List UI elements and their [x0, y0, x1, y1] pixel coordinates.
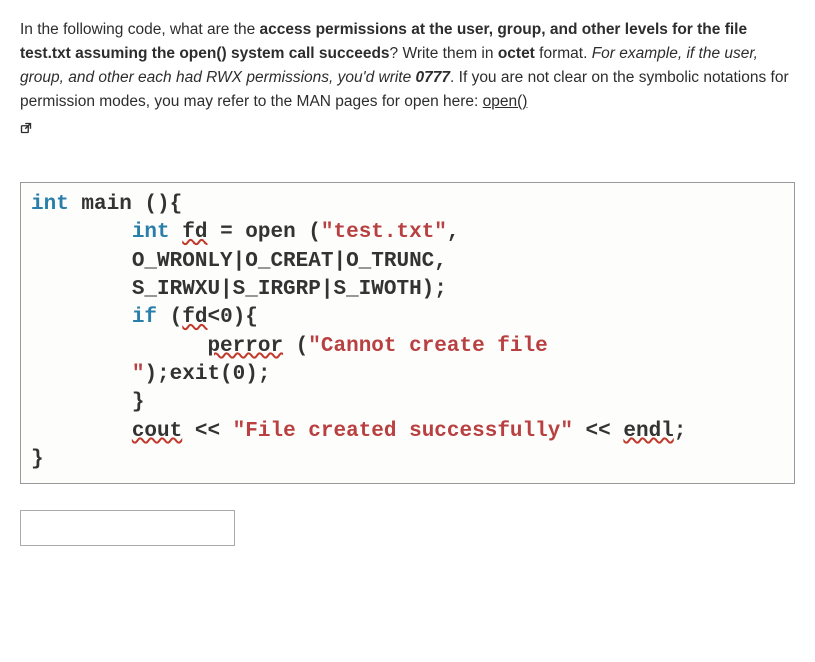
code-text: (: [157, 306, 182, 329]
code-string: "File created successfully": [233, 420, 573, 443]
code-text: main (){: [69, 193, 182, 216]
code-block: int main (){ int fd = open ("test.txt", …: [20, 182, 795, 483]
question-prompt: In the following code, what are the acce…: [20, 18, 795, 142]
code-ident-squiggle: fd: [182, 221, 207, 244]
code-text: ,: [447, 221, 460, 244]
code-string: "Cannot create file: [308, 335, 547, 358]
code-keyword: int: [31, 193, 69, 216]
question-text-part: ? Write them in: [390, 45, 498, 62]
question-text-part: format.: [535, 45, 592, 62]
code-const: S_IRWXU|S_IRGRP|S_IWOTH);: [132, 278, 447, 301]
code-const: O_WRONLY|O_CREAT|O_TRUNC,: [132, 250, 447, 273]
code-text: );: [245, 363, 270, 386]
code-ident-squiggle: cout: [132, 420, 182, 443]
code-ident-squiggle: fd: [182, 306, 207, 329]
question-text-bold: octet: [498, 45, 535, 62]
code-text: ;: [674, 420, 687, 443]
code-number: 0: [220, 306, 233, 329]
external-link-icon: [20, 120, 32, 140]
question-text-bolditalic: 0777: [416, 69, 450, 86]
answer-input[interactable]: [20, 510, 235, 546]
code-text: (: [283, 335, 308, 358]
code-text: = open (: [207, 221, 320, 244]
code-text: }: [31, 448, 44, 471]
code-text: <<: [182, 420, 232, 443]
code-keyword: if: [132, 306, 157, 329]
code-text: <<: [573, 420, 623, 443]
code-string: "test.txt": [321, 221, 447, 244]
code-text: );exit(: [144, 363, 232, 386]
code-keyword: int: [132, 221, 170, 244]
open-man-link[interactable]: open(): [483, 93, 528, 110]
code-text: ){: [233, 306, 258, 329]
code-number: 0: [233, 363, 246, 386]
code-string: ": [132, 363, 145, 386]
question-text-part: In the following code, what are the: [20, 21, 260, 38]
code-ident-squiggle: perror: [207, 335, 283, 358]
code-ident-squiggle: endl: [623, 420, 673, 443]
code-text: }: [132, 391, 145, 414]
code-text: <: [207, 306, 220, 329]
